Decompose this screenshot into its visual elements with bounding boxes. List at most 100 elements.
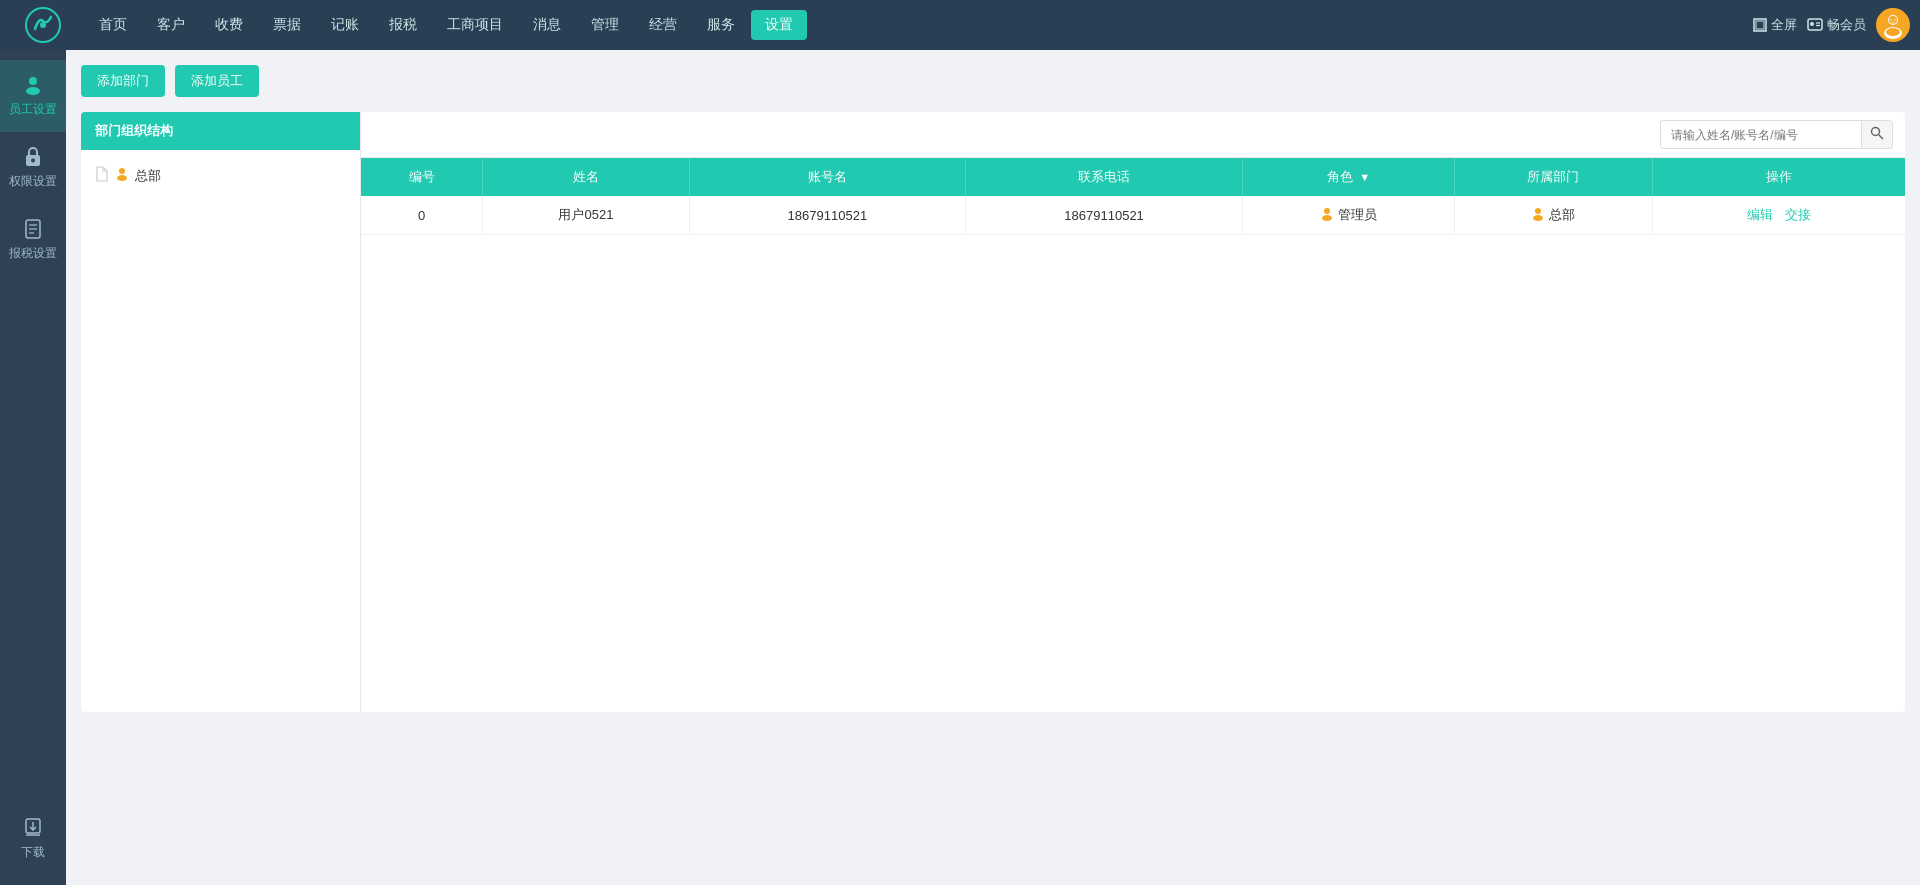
avatar[interactable] bbox=[1876, 8, 1910, 42]
tax-settings-icon bbox=[22, 218, 44, 240]
cell-phone: 18679110521 bbox=[966, 196, 1243, 235]
tree-body: 总部 bbox=[81, 150, 360, 201]
sidebar-download-label: 下载 bbox=[21, 844, 45, 861]
add-employee-button[interactable]: 添加员工 bbox=[175, 65, 259, 97]
sidebar-item-employee[interactable]: 员工设置 bbox=[0, 60, 66, 132]
svg-line-28 bbox=[1879, 135, 1884, 140]
nav-service[interactable]: 服务 bbox=[693, 10, 749, 40]
svg-point-32 bbox=[1533, 215, 1543, 221]
top-navigation: 首页 客户 收费 票据 记账 报税 工商项目 消息 管理 经营 服务 设置 全屏 bbox=[0, 0, 1920, 50]
nav-operations[interactable]: 经营 bbox=[635, 10, 691, 40]
sidebar-bottom: 下载 bbox=[0, 803, 66, 885]
sidebar-item-tax-settings[interactable]: 报税设置 bbox=[0, 204, 66, 276]
col-header-phone: 联系电话 bbox=[966, 158, 1243, 196]
sidebar: 员工设置 权限设置 报税设置 bbox=[0, 50, 66, 885]
nav-business[interactable]: 工商项目 bbox=[433, 10, 517, 40]
table-header-row: 编号 姓名 账号名 联系电话 角色 ▼ 所属部门 操作 bbox=[361, 158, 1905, 196]
cell-id: 0 bbox=[361, 196, 483, 235]
cell-role: 管理员 bbox=[1242, 196, 1454, 235]
fullscreen-label: 全屏 bbox=[1771, 16, 1797, 34]
svg-point-31 bbox=[1535, 208, 1541, 214]
sidebar-employee-label: 员工设置 bbox=[9, 101, 57, 118]
svg-point-15 bbox=[26, 87, 40, 95]
nav-items: 首页 客户 收费 票据 记账 报税 工商项目 消息 管理 经营 服务 设置 bbox=[85, 10, 1753, 40]
tree-panel: 部门组织结构 bbox=[81, 112, 361, 712]
person-icon bbox=[22, 74, 44, 96]
search-input[interactable] bbox=[1661, 123, 1861, 147]
transfer-link[interactable]: 交接 bbox=[1785, 207, 1811, 222]
add-dept-button[interactable]: 添加部门 bbox=[81, 65, 165, 97]
search-button[interactable] bbox=[1861, 121, 1892, 148]
fullscreen-icon bbox=[1753, 18, 1767, 32]
svg-point-13 bbox=[1894, 19, 1896, 21]
tree-item-headquarters[interactable]: 总部 bbox=[81, 158, 360, 193]
content-area: 添加部门 添加员工 部门组织结构 bbox=[66, 50, 1920, 885]
table-panel: 编号 姓名 账号名 联系电话 角色 ▼ 所属部门 操作 bbox=[361, 112, 1905, 712]
cell-name: 用户0521 bbox=[483, 196, 689, 235]
nav-tax[interactable]: 报税 bbox=[375, 10, 431, 40]
nav-home[interactable]: 首页 bbox=[85, 10, 141, 40]
action-bar: 添加部门 添加员工 bbox=[81, 65, 1905, 97]
lock-icon bbox=[22, 146, 44, 168]
member-label: 畅会员 bbox=[1827, 16, 1866, 34]
svg-point-5 bbox=[1810, 22, 1814, 26]
nav-fees[interactable]: 收费 bbox=[201, 10, 257, 40]
download-icon bbox=[22, 817, 44, 839]
member-btn[interactable]: 畅会员 bbox=[1807, 16, 1866, 34]
file-icon bbox=[95, 166, 109, 185]
search-icon bbox=[1870, 126, 1884, 140]
tree-item-label: 总部 bbox=[135, 167, 161, 185]
svg-point-11 bbox=[1886, 28, 1900, 36]
edit-link[interactable]: 编辑 bbox=[1747, 207, 1773, 222]
svg-point-30 bbox=[1322, 215, 1332, 221]
nav-bills[interactable]: 票据 bbox=[259, 10, 315, 40]
dept-person-icon bbox=[1531, 207, 1545, 224]
role-filter-icon[interactable]: ▼ bbox=[1359, 171, 1370, 183]
search-bar bbox=[361, 112, 1905, 158]
table-row: 0 用户0521 18679110521 18679110521 bbox=[361, 196, 1905, 235]
fullscreen-btn[interactable]: 全屏 bbox=[1753, 16, 1797, 34]
employee-table: 编号 姓名 账号名 联系电话 角色 ▼ 所属部门 操作 bbox=[361, 158, 1905, 235]
svg-point-29 bbox=[1324, 208, 1330, 214]
main-panel: 部门组织结构 bbox=[81, 112, 1905, 712]
col-header-id: 编号 bbox=[361, 158, 483, 196]
nav-right: 全屏 畅会员 bbox=[1753, 8, 1910, 42]
svg-point-27 bbox=[1872, 128, 1880, 136]
member-icon bbox=[1807, 18, 1823, 32]
search-box bbox=[1660, 120, 1893, 149]
nav-accounting[interactable]: 记账 bbox=[317, 10, 373, 40]
svg-point-12 bbox=[1890, 19, 1892, 21]
svg-point-25 bbox=[119, 168, 125, 174]
col-header-name: 姓名 bbox=[483, 158, 689, 196]
cell-actions: 编辑 交接 bbox=[1652, 196, 1905, 235]
nav-management[interactable]: 管理 bbox=[577, 10, 633, 40]
dept-value: 总部 bbox=[1549, 206, 1575, 224]
logo-icon bbox=[25, 7, 61, 43]
svg-point-26 bbox=[117, 175, 127, 181]
svg-point-14 bbox=[29, 77, 37, 85]
nav-settings[interactable]: 设置 bbox=[751, 10, 807, 40]
sidebar-tax-label: 报税设置 bbox=[9, 245, 57, 262]
role-person-icon bbox=[1320, 207, 1334, 224]
nav-customer[interactable]: 客户 bbox=[143, 10, 199, 40]
svg-point-1 bbox=[40, 22, 46, 28]
avatar-icon bbox=[1879, 11, 1907, 39]
cell-dept: 总部 bbox=[1455, 196, 1653, 235]
tree-header: 部门组织结构 bbox=[81, 112, 360, 150]
svg-rect-3 bbox=[1756, 21, 1764, 29]
logo-area bbox=[10, 7, 75, 43]
col-header-role[interactable]: 角色 ▼ bbox=[1242, 158, 1454, 196]
sidebar-permission-label: 权限设置 bbox=[9, 173, 57, 190]
tree-person-icon bbox=[115, 167, 129, 184]
svg-point-10 bbox=[1889, 16, 1897, 24]
sidebar-item-permission[interactable]: 权限设置 bbox=[0, 132, 66, 204]
col-header-dept: 所属部门 bbox=[1455, 158, 1653, 196]
col-header-actions: 操作 bbox=[1652, 158, 1905, 196]
role-value: 管理员 bbox=[1338, 206, 1377, 224]
cell-account: 18679110521 bbox=[689, 196, 966, 235]
col-header-account: 账号名 bbox=[689, 158, 966, 196]
nav-message[interactable]: 消息 bbox=[519, 10, 575, 40]
main-layout: 员工设置 权限设置 报税设置 bbox=[0, 50, 1920, 885]
svg-point-17 bbox=[31, 159, 35, 163]
sidebar-download[interactable]: 下载 bbox=[0, 803, 66, 875]
